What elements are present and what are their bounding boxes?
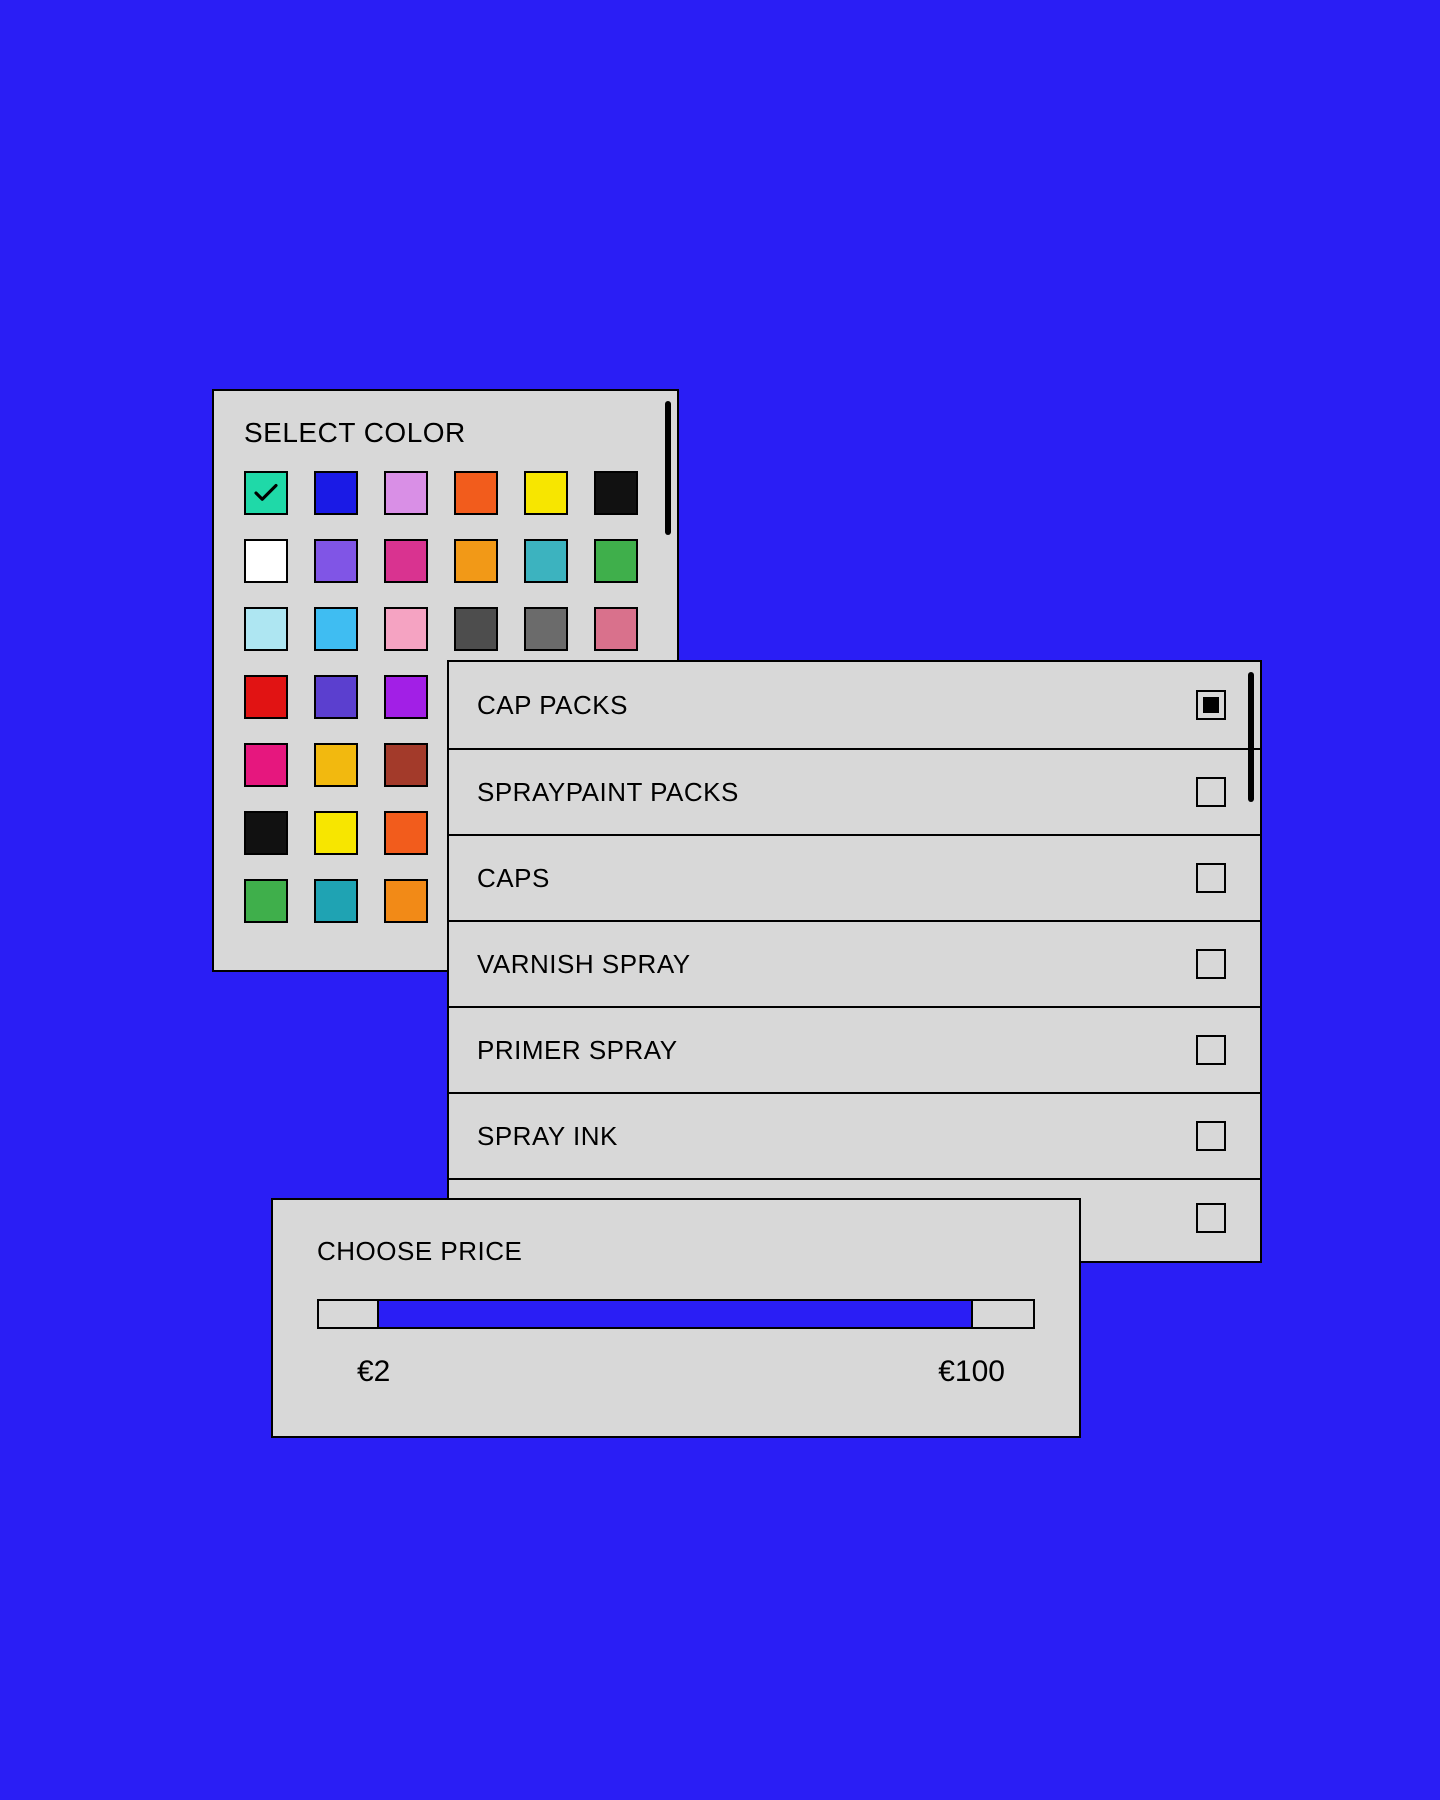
color-swatch[interactable] (244, 539, 288, 583)
color-swatch[interactable] (314, 539, 358, 583)
color-swatch[interactable] (384, 811, 428, 855)
category-row[interactable]: CAP PACKS (449, 662, 1260, 750)
color-swatch[interactable] (454, 607, 498, 651)
category-panel: CAP PACKS SPRAYPAINT PACKS CAPS VARNISH SPR… (447, 660, 1262, 1263)
price-min-label: €2 (357, 1355, 390, 1389)
color-swatch[interactable] (524, 539, 568, 583)
price-slider-range[interactable] (377, 1299, 973, 1329)
category-checkbox[interactable] (1196, 1035, 1226, 1065)
color-swatch[interactable] (314, 743, 358, 787)
category-label: VARNISH SPRAY (477, 949, 691, 980)
category-checkbox[interactable] (1196, 863, 1226, 893)
color-swatch[interactable] (314, 811, 358, 855)
color-swatch[interactable] (594, 471, 638, 515)
color-panel-scrollbar[interactable] (665, 401, 671, 535)
color-swatch[interactable] (594, 539, 638, 583)
category-label: CAP PACKS (477, 690, 628, 721)
color-swatch[interactable] (314, 675, 358, 719)
category-label: SPRAYPAINT PACKS (477, 777, 739, 808)
select-color-title: SELECT COLOR (244, 417, 647, 449)
category-checkbox[interactable] (1196, 690, 1226, 720)
color-swatch[interactable] (454, 539, 498, 583)
color-swatch[interactable] (244, 811, 288, 855)
color-swatch[interactable] (384, 607, 428, 651)
checkbox-checked-icon (1203, 697, 1219, 713)
category-checkbox[interactable] (1196, 1203, 1226, 1233)
color-swatch[interactable] (314, 607, 358, 651)
category-label: PRIMER SPRAY (477, 1035, 678, 1066)
color-swatch[interactable] (314, 879, 358, 923)
color-swatch[interactable] (244, 607, 288, 651)
price-slider-track[interactable] (317, 1299, 1035, 1329)
category-list: CAP PACKS SPRAYPAINT PACKS CAPS VARNISH SPR… (449, 662, 1260, 1255)
choose-price-title: CHOOSE PRICE (317, 1236, 1035, 1267)
check-icon (251, 478, 281, 508)
category-panel-scrollbar[interactable] (1248, 672, 1254, 802)
color-swatch[interactable] (454, 471, 498, 515)
price-labels: €2 €100 (317, 1355, 1035, 1389)
color-swatch[interactable] (384, 879, 428, 923)
choose-price-panel: CHOOSE PRICE €2 €100 (271, 1198, 1081, 1438)
category-checkbox[interactable] (1196, 1121, 1226, 1151)
color-swatch[interactable] (244, 675, 288, 719)
color-swatch[interactable] (314, 471, 358, 515)
color-swatch[interactable] (384, 471, 428, 515)
price-max-label: €100 (938, 1355, 1005, 1389)
category-row[interactable]: SPRAY INK (449, 1094, 1260, 1180)
color-swatch[interactable] (384, 675, 428, 719)
color-swatch[interactable] (244, 743, 288, 787)
color-swatch[interactable] (244, 879, 288, 923)
category-row[interactable]: PRIMER SPRAY (449, 1008, 1260, 1094)
color-swatch[interactable] (384, 743, 428, 787)
category-checkbox[interactable] (1196, 949, 1226, 979)
color-swatch[interactable] (524, 607, 568, 651)
category-row[interactable]: VARNISH SPRAY (449, 922, 1260, 1008)
color-swatch[interactable] (524, 471, 568, 515)
category-row[interactable]: CAPS (449, 836, 1260, 922)
category-checkbox[interactable] (1196, 777, 1226, 807)
category-label: CAPS (477, 863, 550, 894)
category-row[interactable]: SPRAYPAINT PACKS (449, 750, 1260, 836)
color-swatch[interactable] (384, 539, 428, 583)
color-swatch[interactable] (594, 607, 638, 651)
color-swatch[interactable] (244, 471, 288, 515)
category-label: SPRAY INK (477, 1121, 618, 1152)
